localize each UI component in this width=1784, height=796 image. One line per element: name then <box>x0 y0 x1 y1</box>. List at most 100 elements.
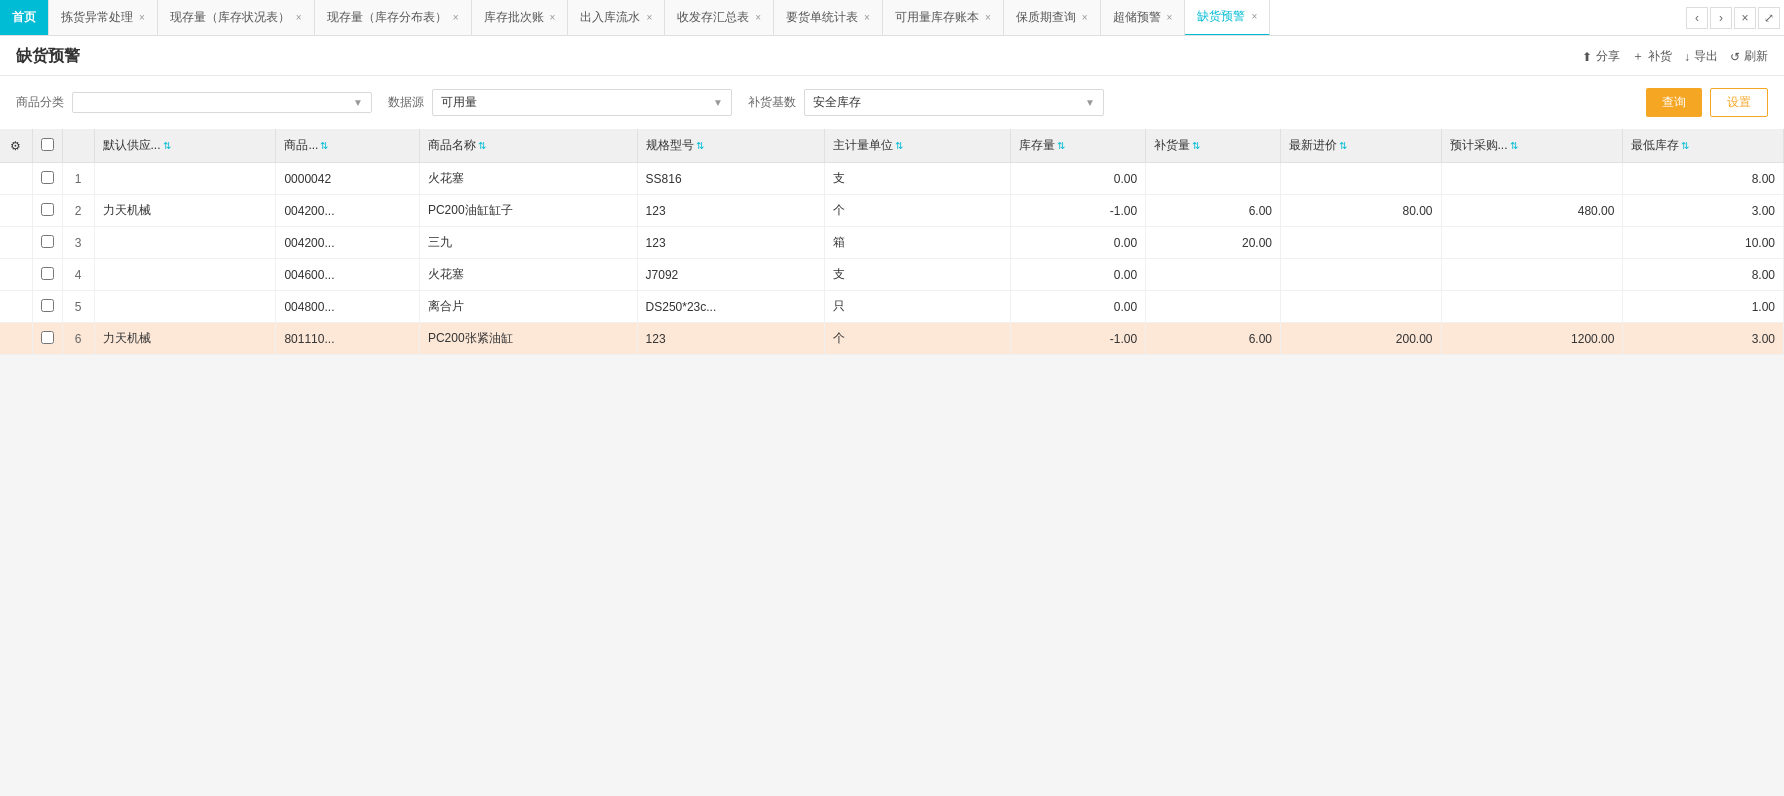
tab-stock-dist[interactable]: 现存量（库存分布表） × <box>315 0 472 36</box>
column-product-name[interactable]: 商品名称 ⇅ <box>419 129 637 163</box>
row-unit-4: 只 <box>825 291 1011 323</box>
page-title: 缺货预警 <box>16 46 80 67</box>
row-estimated-1: 480.00 <box>1441 195 1623 227</box>
tab-close-10[interactable]: × <box>1167 12 1173 23</box>
tab-close-9[interactable]: × <box>1082 12 1088 23</box>
row-product-name-5: PC200张紧油缸 <box>419 323 637 355</box>
row-checkbox-0[interactable] <box>32 163 62 195</box>
replenish-base-arrow: ▼ <box>1085 97 1095 108</box>
tab-home[interactable]: 首页 <box>0 0 49 36</box>
tab-fullscreen[interactable]: ⤢ <box>1758 7 1780 29</box>
tab-overstock-warning[interactable]: 超储预警 × <box>1101 0 1186 36</box>
filter-bar: 商品分类 ▼ 数据源 可用量 ▼ 补货基数 安全库存 ▼ 查询 设置 <box>0 76 1784 129</box>
row-min-stock-1: 3.00 <box>1623 195 1784 227</box>
share-button[interactable]: ⬆ 分享 <box>1582 48 1620 65</box>
tab-stock-status[interactable]: 现存量（库存状况表） × <box>158 0 315 36</box>
data-source-arrow: ▼ <box>713 97 723 108</box>
tab-close-4[interactable]: × <box>550 12 556 23</box>
row-seq-0: 1 <box>62 163 94 195</box>
column-latest-price[interactable]: 最新进价 ⇅ <box>1281 129 1441 163</box>
product-category-arrow: ▼ <box>353 97 363 108</box>
tab-close-2[interactable]: × <box>296 12 302 23</box>
row-stock-5: -1.00 <box>1011 323 1146 355</box>
row-supplier-4 <box>94 291 276 323</box>
tab-picking-exception[interactable]: 拣货异常处理 × <box>49 0 158 36</box>
row-checkbox-2[interactable] <box>32 227 62 259</box>
sort-supplier-icon: ⇅ <box>163 140 171 151</box>
column-spec-model[interactable]: 规格型号 ⇅ <box>637 129 825 163</box>
tab-nav-controls: ‹ › × ⤢ <box>1682 7 1784 29</box>
table-row[interactable]: 2 力天机械 004200... PC200油缸缸子 123 个 -1.00 6… <box>0 195 1784 227</box>
settings-button[interactable]: 设置 <box>1710 88 1768 117</box>
row-unit-1: 个 <box>825 195 1011 227</box>
tab-recv-summary[interactable]: 收发存汇总表 × <box>665 0 774 36</box>
sort-spec-icon: ⇅ <box>696 140 704 151</box>
select-all-checkbox[interactable] <box>41 138 54 151</box>
tab-close-all[interactable]: × <box>1734 7 1756 29</box>
sort-stock-icon: ⇅ <box>1057 140 1065 151</box>
row-checkbox-1[interactable] <box>32 195 62 227</box>
column-stock-qty[interactable]: 库存量 ⇅ <box>1011 129 1146 163</box>
row-checkbox-4[interactable] <box>32 291 62 323</box>
sort-estimated-icon: ⇅ <box>1510 140 1518 151</box>
row-seq-1: 2 <box>62 195 94 227</box>
table-row[interactable]: 5 004800... 离合片 DS250*23c... 只 0.00 1.00 <box>0 291 1784 323</box>
column-seq <box>62 129 94 163</box>
tab-inout-flow[interactable]: 出入库流水 × <box>568 0 665 36</box>
sort-price-icon: ⇅ <box>1339 140 1347 151</box>
export-button[interactable]: ↓ 导出 <box>1684 48 1718 65</box>
tab-close-8[interactable]: × <box>985 12 991 23</box>
row-price-0 <box>1281 163 1441 195</box>
row-estimated-4 <box>1441 291 1623 323</box>
table-row[interactable]: 4 004600... 火花塞 J7092 支 0.00 8.00 <box>0 259 1784 291</box>
query-button[interactable]: 查询 <box>1646 88 1702 117</box>
row-product-code-1: 004200... <box>276 195 419 227</box>
tab-close-1[interactable]: × <box>139 12 145 23</box>
row-min-stock-2: 10.00 <box>1623 227 1784 259</box>
data-source-select[interactable]: 可用量 ▼ <box>432 89 732 116</box>
column-replenish-qty[interactable]: 补货量 ⇅ <box>1146 129 1281 163</box>
tab-close-5[interactable]: × <box>646 12 652 23</box>
row-replenish-2: 20.00 <box>1146 227 1281 259</box>
refresh-button[interactable]: ↺ 刷新 <box>1730 48 1768 65</box>
row-checkbox-5[interactable] <box>32 323 62 355</box>
replenish-button[interactable]: ＋ 补货 <box>1632 48 1672 65</box>
tab-shortage-warning[interactable]: 缺货预警 × <box>1185 0 1270 36</box>
row-product-name-3: 火花塞 <box>419 259 637 291</box>
tab-expiry-query[interactable]: 保质期查询 × <box>1004 0 1101 36</box>
tab-available-stock[interactable]: 可用量库存账本 × <box>883 0 1004 36</box>
column-gear[interactable]: ⚙ <box>0 129 32 163</box>
row-gear-5 <box>0 323 32 355</box>
row-replenish-5: 6.00 <box>1146 323 1281 355</box>
row-replenish-4 <box>1146 291 1281 323</box>
row-spec-1: 123 <box>637 195 825 227</box>
tab-nav-right[interactable]: › <box>1710 7 1732 29</box>
row-stock-3: 0.00 <box>1011 259 1146 291</box>
tab-nav-left[interactable]: ‹ <box>1686 7 1708 29</box>
column-default-supplier[interactable]: 默认供应... ⇅ <box>94 129 276 163</box>
row-price-1: 80.00 <box>1281 195 1441 227</box>
column-min-stock[interactable]: 最低库存 ⇅ <box>1623 129 1784 163</box>
column-estimated-purchase[interactable]: 预计采购... ⇅ <box>1441 129 1623 163</box>
column-unit[interactable]: 主计量单位 ⇅ <box>825 129 1011 163</box>
row-gear-3 <box>0 259 32 291</box>
column-checkbox[interactable] <box>32 129 62 163</box>
table-row[interactable]: 3 004200... 三九 123 箱 0.00 20.00 10.00 <box>0 227 1784 259</box>
row-unit-2: 箱 <box>825 227 1011 259</box>
tab-close-6[interactable]: × <box>755 12 761 23</box>
row-spec-5: 123 <box>637 323 825 355</box>
tab-close-3[interactable]: × <box>453 12 459 23</box>
table-body: 1 0000042 火花塞 SS816 支 0.00 8.00 2 力天机械 0… <box>0 163 1784 355</box>
tab-close-7[interactable]: × <box>864 12 870 23</box>
table-row[interactable]: 1 0000042 火花塞 SS816 支 0.00 8.00 <box>0 163 1784 195</box>
product-category-select[interactable]: ▼ <box>72 92 372 113</box>
sort-name-icon: ⇅ <box>478 140 486 151</box>
row-checkbox-3[interactable] <box>32 259 62 291</box>
tab-goods-order-stats[interactable]: 要货单统计表 × <box>774 0 883 36</box>
tab-batch-account[interactable]: 库存批次账 × <box>472 0 569 36</box>
row-price-5: 200.00 <box>1281 323 1441 355</box>
table-row[interactable]: 6 力天机械 801110... PC200张紧油缸 123 个 -1.00 6… <box>0 323 1784 355</box>
replenish-base-select[interactable]: 安全库存 ▼ <box>804 89 1104 116</box>
column-product-code[interactable]: 商品... ⇅ <box>276 129 419 163</box>
tab-close-11[interactable]: × <box>1251 11 1257 22</box>
